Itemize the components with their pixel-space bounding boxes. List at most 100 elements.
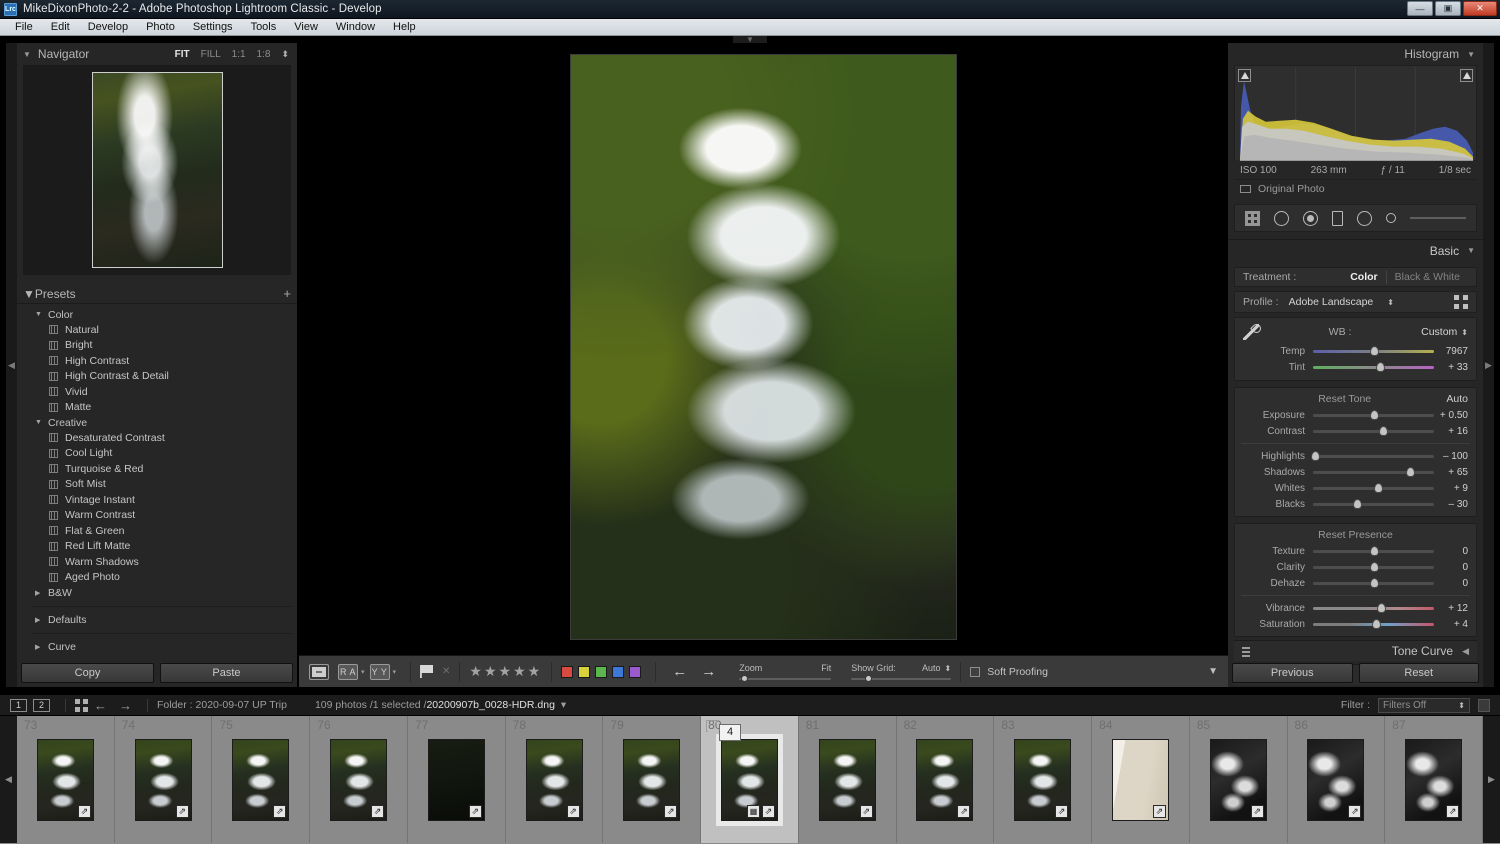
menu-help[interactable]: Help [384, 20, 425, 34]
temp-slider-knob[interactable] [1369, 345, 1379, 356]
blacks-value[interactable]: – 30 [1434, 499, 1468, 510]
filmstrip-thumbnail[interactable]: ⇗ [36, 738, 94, 821]
right-panel-collapse-handle[interactable]: ▶ [1483, 43, 1494, 687]
reset-presence-label[interactable]: Reset Presence [1243, 529, 1468, 541]
preset-item-warm-contrast[interactable]: Warm Contrast [23, 508, 291, 524]
radial-filter-icon[interactable] [1357, 210, 1372, 226]
masking-icon[interactable] [1332, 210, 1343, 226]
highlights-slider-track[interactable] [1311, 450, 1434, 461]
red-eye-icon[interactable] [1303, 210, 1318, 226]
preset-item-red-lift-matte[interactable]: Red Lift Matte [23, 539, 291, 555]
brush-size-knob[interactable] [1386, 213, 1396, 223]
crop-overlay-icon[interactable] [1245, 210, 1260, 226]
filmstrip-cell-selected[interactable]: 80 4 ▦ ⇗ [701, 716, 799, 843]
paste-button[interactable]: Paste [160, 663, 293, 683]
exposure-slider-knob[interactable] [1369, 409, 1379, 420]
texture-slider-knob[interactable] [1369, 545, 1379, 556]
filmstrip-thumbnail[interactable]: ⇗ [1307, 738, 1365, 821]
preset-group-creative[interactable]: ▼ Creative [23, 415, 291, 430]
contrast-value[interactable]: + 16 [1434, 426, 1468, 437]
filmstrip-cell[interactable]: 79 ⇗ [603, 716, 702, 843]
navigator-header[interactable]: ▼ Navigator FIT FILL 1:1 1:8 ⬍ [17, 43, 297, 65]
dehaze-slider-knob[interactable] [1369, 577, 1379, 588]
wb-value[interactable]: Custom [1421, 326, 1457, 338]
star-4-icon[interactable]: ★ [513, 663, 526, 680]
reset-button[interactable]: Reset [1358, 663, 1479, 683]
preset-item-vivid[interactable]: Vivid [23, 384, 291, 400]
preset-item-aged-photo[interactable]: Aged Photo [23, 570, 291, 586]
histogram-header[interactable]: Histogram ▼ [1228, 43, 1483, 65]
preset-group-bw[interactable]: ▶ B&W [23, 585, 291, 600]
auto-tone-button[interactable]: Auto [1446, 393, 1468, 405]
temp-value[interactable]: 7967 [1434, 346, 1468, 357]
star-1-icon[interactable]: ★ [469, 663, 482, 680]
tone-curve-switch-icon[interactable] [1242, 645, 1250, 657]
zoom-stepper-icon[interactable]: ⬍ [281, 49, 289, 60]
menu-file[interactable]: File [6, 20, 42, 34]
filmstrip-thumbnail[interactable]: ⇗ [1405, 738, 1463, 821]
spot-removal-icon[interactable] [1274, 210, 1289, 226]
chevron-down-icon[interactable]: ▾ [393, 668, 397, 676]
reject-x-icon[interactable]: ✕ [442, 666, 450, 677]
filmstrip-thumbnail[interactable]: ⇗ [818, 738, 876, 821]
profile-browser-icon[interactable] [1454, 295, 1468, 309]
filmstrip-cell[interactable]: 84 ⇗ [1092, 716, 1190, 843]
saturation-slider-track[interactable] [1313, 618, 1434, 629]
soft-proofing-checkbox[interactable] [970, 666, 981, 677]
copy-button[interactable]: Copy [21, 663, 154, 683]
zoom-mode-1to1[interactable]: 1:1 [232, 49, 246, 60]
filename-caret-icon[interactable]: ▾ [561, 699, 566, 711]
eyedropper-icon[interactable] [1243, 324, 1259, 340]
vibrance-value[interactable]: + 12 [1434, 603, 1468, 614]
menu-view[interactable]: View [285, 20, 327, 34]
filmstrip-cell[interactable]: 74 ⇗ [114, 716, 213, 843]
wb-stepper-icon[interactable]: ⬍ [1461, 328, 1468, 337]
highlights-value[interactable]: – 100 [1434, 451, 1468, 462]
original-photo-row[interactable]: Original Photo [1234, 179, 1477, 198]
flag-icon[interactable] [420, 665, 434, 678]
shadow-clipping-indicator[interactable] [1238, 69, 1251, 82]
color-label-purple[interactable] [629, 665, 642, 678]
color-label-green[interactable] [595, 665, 608, 678]
preset-item-high-contrast-detail[interactable]: High Contrast & Detail [23, 369, 291, 385]
color-label-blue[interactable] [612, 665, 625, 678]
before-after-icon[interactable]: R A [338, 663, 358, 680]
star-5-icon[interactable]: ★ [528, 663, 541, 680]
highlights-slider-knob[interactable] [1311, 450, 1321, 461]
filmstrip-thumbnail[interactable]: ⇗ [427, 738, 485, 821]
zoom-mode-fit[interactable]: FIT [175, 49, 190, 60]
menu-develop[interactable]: Develop [79, 20, 137, 34]
whites-value[interactable]: + 9 [1434, 483, 1468, 494]
toolbar-collapse-icon[interactable]: ▼ [1208, 666, 1218, 677]
brush-size-slider[interactable] [1410, 217, 1466, 219]
back-arrow-icon[interactable]: ← [94, 698, 107, 713]
preset-item-bright[interactable]: Bright [23, 338, 291, 354]
treatment-color-option[interactable]: Color [1342, 271, 1385, 283]
forward-arrow-icon[interactable]: → [119, 698, 132, 713]
texture-slider-track[interactable] [1313, 545, 1434, 556]
filter-select[interactable]: Filters Off ⬍ [1378, 697, 1470, 713]
clarity-value[interactable]: 0 [1434, 562, 1468, 573]
filmstrip-thumbnail[interactable]: ⇗ [134, 738, 192, 821]
vibrance-slider-knob[interactable] [1376, 602, 1386, 613]
filmstrip-cell[interactable]: 76 ⇗ [310, 716, 408, 843]
contrast-slider-track[interactable] [1313, 425, 1434, 436]
menu-edit[interactable]: Edit [42, 20, 79, 34]
texture-value[interactable]: 0 [1434, 546, 1468, 557]
filmstrip-scroll-left[interactable]: ◀ [0, 716, 17, 843]
show-grid-slider-knob[interactable] [865, 675, 873, 682]
whites-slider-track[interactable] [1313, 482, 1434, 493]
grid-view-icon[interactable] [75, 698, 88, 712]
filter-lock-button[interactable] [1478, 698, 1490, 712]
filmstrip-thumbnail[interactable]: ⇗ [1209, 738, 1267, 821]
photo-stage[interactable] [299, 43, 1228, 651]
preset-group-curve[interactable]: ▶ Curve [23, 639, 291, 654]
saturation-value[interactable]: + 4 [1434, 619, 1468, 630]
filmstrip-thumbnail[interactable]: ⇗ [525, 738, 583, 821]
filmstrip-cell[interactable]: 83 ⇗ [994, 716, 1093, 843]
preset-item-flat-green[interactable]: Flat & Green [23, 523, 291, 539]
preset-item-turquoise-red[interactable]: Turquoise & Red [23, 461, 291, 477]
filmstrip-cell[interactable]: 78 ⇗ [505, 716, 604, 843]
clarity-slider-knob[interactable] [1369, 561, 1379, 572]
filmstrip-thumbnail[interactable]: ⇗ [916, 738, 974, 821]
